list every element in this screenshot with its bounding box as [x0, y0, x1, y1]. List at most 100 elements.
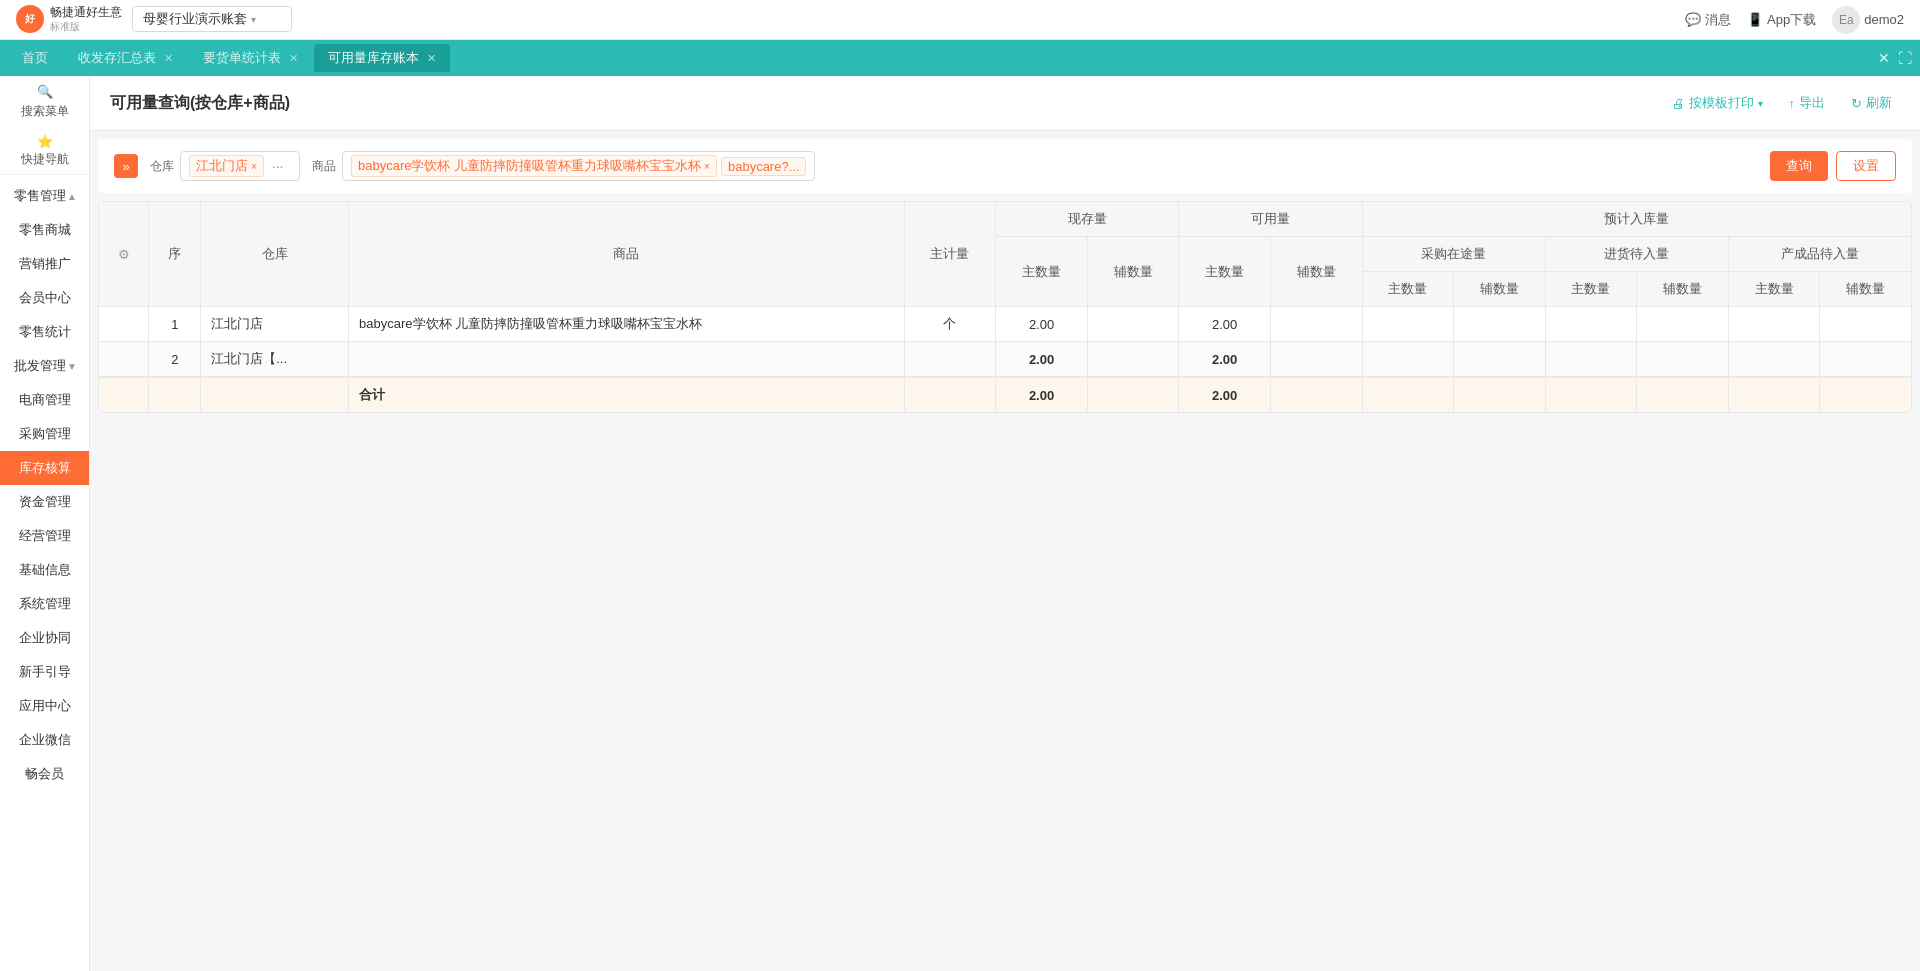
sidebar-item-finance[interactable]: 资金管理 [0, 485, 89, 519]
sidebar-item-retail-label: 零售管理 [12, 187, 67, 205]
tab-receive-label: 收发存汇总表 [78, 49, 156, 67]
sidebar-item-retail-stats[interactable]: 零售统计 [0, 315, 89, 349]
sidebar-item-purchase[interactable]: 采购管理 [0, 417, 89, 451]
sidebar-item-basic[interactable]: 基础信息 [0, 553, 89, 587]
sidebar-item-inventory-label: 库存核算 [12, 459, 77, 477]
user-name: demo2 [1864, 12, 1904, 27]
cell-available-main-2: 2.00 [1179, 342, 1271, 378]
sidebar-item-retail-shop[interactable]: 零售商城 [0, 213, 89, 247]
warehouse-label: 仓库 [150, 158, 174, 175]
sidebar-item-operation[interactable]: 经营管理 [0, 519, 89, 553]
sidebar-item-system[interactable]: 系统管理 [0, 587, 89, 621]
th-settings[interactable]: ⚙ [99, 202, 149, 307]
sidebar-item-marketing[interactable]: 营销推广 [0, 247, 89, 281]
content-area: 可用量查询(按仓库+商品) 🖨 按模板打印 ▾ ↑ 导出 ↻ 刷新 [90, 76, 1920, 971]
tab-available-stock[interactable]: 可用量库存账本 ✕ [314, 44, 450, 72]
sidebar-item-retail[interactable]: 零售管理 ▲ [0, 179, 89, 213]
cell-incoming-main-1 [1545, 307, 1637, 342]
logo-sub: 标准版 [50, 20, 122, 34]
sidebar-item-enterprise[interactable]: 企业协同 [0, 621, 89, 655]
search-icon: 🔍 [37, 84, 53, 99]
page-title: 可用量查询(按仓库+商品) [110, 93, 290, 114]
tab-order-close-icon[interactable]: ✕ [289, 52, 298, 65]
warehouse-tag-text: 江北门店 [196, 157, 248, 175]
table-container: ⚙ 序 仓库 商品 主计量 现存量 可用量 预计入库量 主数量 辅数量 主数量 [98, 201, 1912, 413]
setting-button[interactable]: 设置 [1836, 151, 1896, 181]
logo-text: 畅捷通好生意 [50, 5, 122, 19]
export-label: 导出 [1799, 94, 1825, 112]
refresh-button[interactable]: ↻ 刷新 [1843, 90, 1900, 116]
total-incoming-main [1545, 377, 1637, 413]
total-row: 合计 2.00 2.00 [99, 377, 1912, 413]
top-bar-right: 💬 消息 📱 App下载 Ea demo2 [1685, 6, 1904, 34]
sidebar-item-finance-label: 资金管理 [12, 493, 77, 511]
message-button[interactable]: 💬 消息 [1685, 11, 1731, 29]
sidebar-item-vip[interactable]: 畅会员 [0, 757, 89, 791]
tab-order-stats[interactable]: 要货单统计表 ✕ [189, 44, 312, 72]
avatar: Ea [1832, 6, 1860, 34]
template-print-button[interactable]: 🖨 按模板打印 ▾ [1664, 90, 1771, 116]
app-icon: 📱 [1747, 12, 1763, 27]
tab-expand-icon[interactable]: ⛶ [1898, 50, 1912, 66]
template-print-label: 按模板打印 [1689, 94, 1754, 112]
sidebar-item-newguide[interactable]: 新手引导 [0, 655, 89, 689]
warehouse-more-icon[interactable]: ··· [268, 158, 288, 174]
export-button[interactable]: ↑ 导出 [1781, 90, 1834, 116]
sidebar-search[interactable]: 🔍 搜索菜单 [0, 76, 89, 128]
tab-bar-actions: ✕ ⛶ [1878, 50, 1912, 66]
th-product-aux: 辅数量 [1820, 272, 1912, 307]
tab-receive-close-icon[interactable]: ✕ [164, 52, 173, 65]
cell-product-1: babycare学饮杯 儿童防摔防撞吸管杯重力球吸嘴杯宝宝水杯 [349, 307, 905, 342]
cell-product-main-2 [1728, 342, 1820, 378]
cell-no-1: 1 [149, 307, 201, 342]
warehouse-tag-close-icon[interactable]: × [251, 161, 257, 172]
query-button[interactable]: 查询 [1770, 151, 1828, 181]
th-available-aux: 辅数量 [1270, 237, 1362, 307]
top-bar: 好 畅捷通好生意 标准版 母婴行业演示账套 ▾ 💬 消息 📱 App下载 Ea … [0, 0, 1920, 40]
sidebar-quick-nav[interactable]: ⭐ 快捷导航 [0, 128, 89, 175]
sidebar-item-wholesale-label: 批发管理 [12, 357, 67, 375]
sidebar: 🔍 搜索菜单 ⭐ 快捷导航 零售管理 ▲ 零售商城 营销推广 会员中心 零售统计 [0, 76, 90, 971]
expand-button[interactable]: » [114, 154, 138, 178]
table-row: 1 江北门店 babycare学饮杯 儿童防摔防撞吸管杯重力球吸嘴杯宝宝水杯 个… [99, 307, 1912, 342]
product-tag-1-text: babycare学饮杯 儿童防摔防撞吸管杯重力球吸嘴杯宝宝水杯 [358, 157, 701, 175]
warehouse-tag-container[interactable]: 江北门店 × ··· [180, 151, 300, 181]
tab-home[interactable]: 首页 [8, 44, 62, 72]
app-download-button[interactable]: 📱 App下载 [1747, 11, 1816, 29]
page-header: 可用量查询(按仓库+商品) 🖨 按模板打印 ▾ ↑ 导出 ↻ 刷新 [90, 76, 1920, 131]
cell-product-2 [349, 342, 905, 378]
chevron-icon: ▲ [67, 191, 77, 202]
product-tag-1-close-icon[interactable]: × [704, 161, 710, 172]
settings-icon[interactable]: ⚙ [118, 247, 130, 262]
th-unit: 主计量 [904, 202, 996, 307]
th-no: 序 [149, 202, 201, 307]
th-incoming-main: 主数量 [1545, 272, 1637, 307]
total-unit [904, 377, 996, 413]
th-available: 可用量 [1179, 202, 1362, 237]
sidebar-item-inventory[interactable]: 库存核算 [0, 451, 89, 485]
tab-available-close-icon[interactable]: ✕ [427, 52, 436, 65]
total-purchase-main [1362, 377, 1454, 413]
total-label: 合计 [349, 377, 905, 413]
product-tag-container[interactable]: babycare学饮杯 儿童防摔防撞吸管杯重力球吸嘴杯宝宝水杯 × babyca… [342, 151, 815, 181]
cell-purchase-main-2 [1362, 342, 1454, 378]
tab-close-all-icon[interactable]: ✕ [1878, 50, 1890, 66]
total-product-main [1728, 377, 1820, 413]
th-current-aux: 辅数量 [1087, 237, 1179, 307]
sidebar-item-ecommerce-label: 电商管理 [12, 391, 77, 409]
header-actions: 🖨 按模板打印 ▾ ↑ 导出 ↻ 刷新 [1664, 90, 1901, 116]
logo-icon: 好 [16, 5, 44, 33]
sidebar-item-member[interactable]: 会员中心 [0, 281, 89, 315]
sidebar-item-ecommerce[interactable]: 电商管理 [0, 383, 89, 417]
sidebar-item-wechat[interactable]: 企业微信 [0, 723, 89, 757]
store-selector[interactable]: 母婴行业演示账套 ▾ [132, 6, 292, 32]
tab-receive-summary[interactable]: 收发存汇总表 ✕ [64, 44, 187, 72]
sidebar-item-newguide-label: 新手引导 [12, 663, 77, 681]
sidebar-item-appstore[interactable]: 应用中心 [0, 689, 89, 723]
app-label: App下载 [1767, 11, 1816, 29]
refresh-icon: ↻ [1851, 96, 1862, 111]
cell-current-aux-1 [1087, 307, 1179, 342]
user-avatar-area[interactable]: Ea demo2 [1832, 6, 1904, 34]
table-footer: 合计 2.00 2.00 [99, 377, 1912, 413]
sidebar-item-wholesale[interactable]: 批发管理 ▼ [0, 349, 89, 383]
